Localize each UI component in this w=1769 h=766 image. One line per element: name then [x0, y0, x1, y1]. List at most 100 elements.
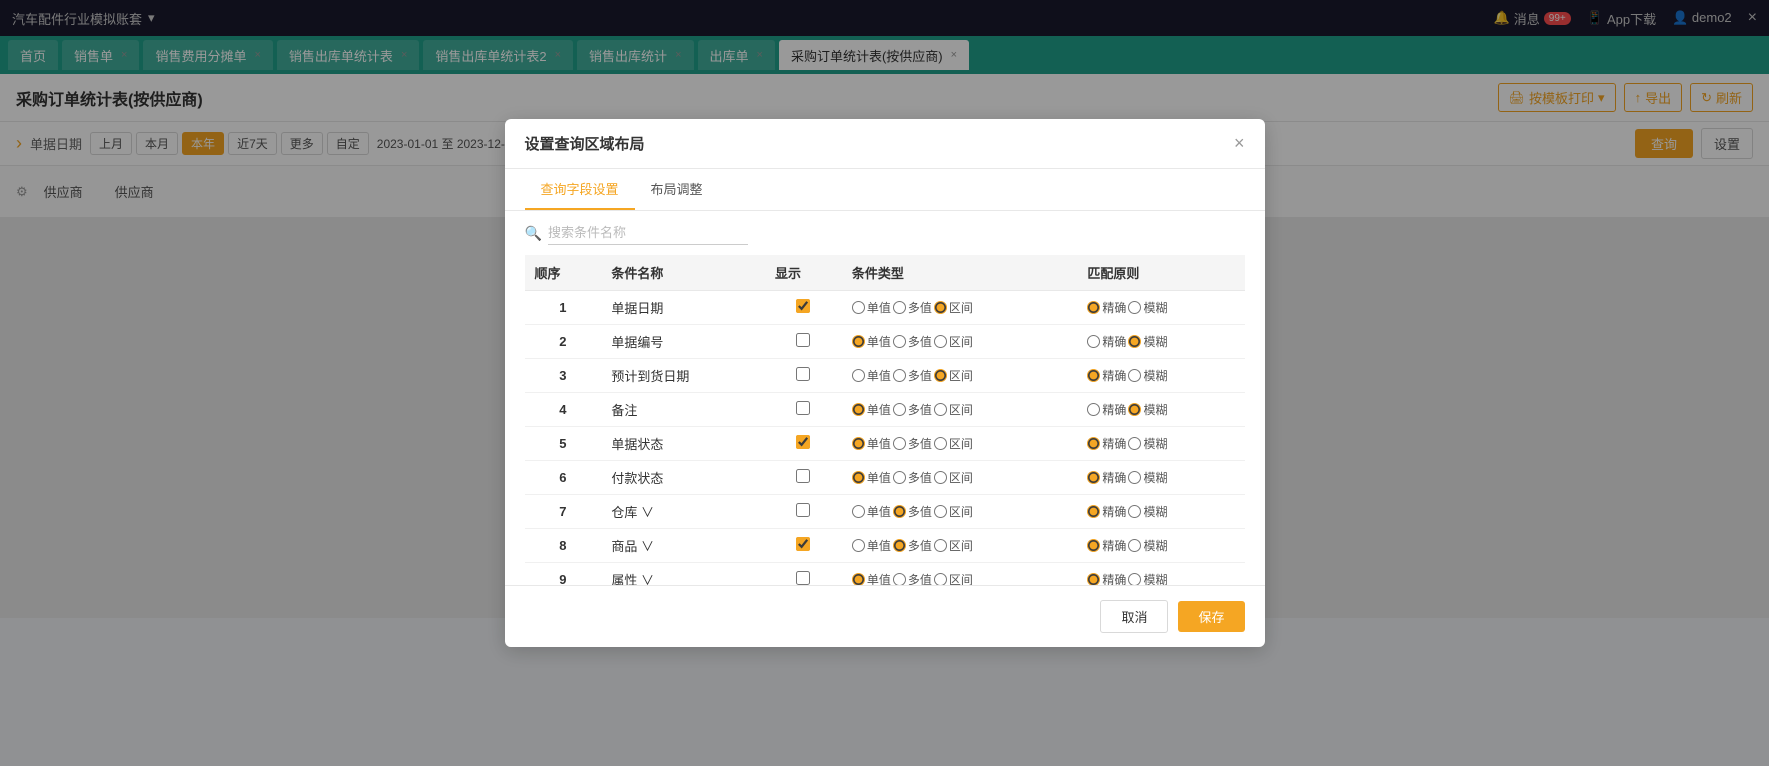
match-radio[interactable] [1087, 471, 1100, 484]
match-radio-item[interactable]: 精确 [1087, 435, 1126, 452]
type-radio[interactable] [934, 505, 947, 518]
display-checkbox[interactable] [796, 469, 810, 483]
type-radio-item[interactable]: 单值 [852, 435, 891, 452]
match-radio[interactable] [1087, 369, 1100, 382]
display-checkbox[interactable] [796, 299, 810, 313]
type-radio[interactable] [934, 335, 947, 348]
match-radio-item[interactable]: 精确 [1087, 401, 1126, 418]
type-radio-item[interactable]: 区间 [934, 503, 973, 520]
match-radio[interactable] [1128, 403, 1141, 416]
type-radio-item[interactable]: 多值 [893, 571, 932, 585]
type-radio-item[interactable]: 单值 [852, 537, 891, 554]
search-input[interactable] [548, 221, 748, 245]
type-radio[interactable] [893, 301, 906, 314]
type-radio[interactable] [893, 573, 906, 585]
match-radio-item[interactable]: 模糊 [1128, 299, 1167, 316]
type-radio-item[interactable]: 区间 [934, 537, 973, 554]
type-radio[interactable] [934, 437, 947, 450]
display-checkbox[interactable] [796, 333, 810, 347]
type-radio[interactable] [852, 539, 865, 552]
type-radio-item[interactable]: 单值 [852, 571, 891, 585]
match-radio[interactable] [1087, 335, 1100, 348]
match-radio[interactable] [1087, 437, 1100, 450]
type-radio[interactable] [852, 437, 865, 450]
type-radio-item[interactable]: 区间 [934, 333, 973, 350]
display-checkbox[interactable] [796, 503, 810, 517]
type-radio-item[interactable]: 区间 [934, 367, 973, 384]
type-radio-item[interactable]: 单值 [852, 367, 891, 384]
match-radio[interactable] [1087, 403, 1100, 416]
type-radio[interactable] [893, 505, 906, 518]
type-radio[interactable] [852, 471, 865, 484]
match-radio-item[interactable]: 精确 [1087, 299, 1126, 316]
match-radio[interactable] [1087, 505, 1100, 518]
match-radio[interactable] [1128, 335, 1141, 348]
display-checkbox[interactable] [796, 367, 810, 381]
type-radio[interactable] [852, 573, 865, 585]
type-radio-item[interactable]: 单值 [852, 299, 891, 316]
type-radio-item[interactable]: 多值 [893, 299, 932, 316]
modal-tab-layout[interactable]: 布局调整 [635, 169, 719, 210]
type-radio[interactable] [852, 335, 865, 348]
match-radio-item[interactable]: 模糊 [1128, 333, 1167, 350]
match-radio-item[interactable]: 模糊 [1128, 435, 1167, 452]
type-radio[interactable] [934, 403, 947, 416]
match-radio[interactable] [1128, 301, 1141, 314]
match-radio-item[interactable]: 精确 [1087, 571, 1126, 585]
match-radio-item[interactable]: 模糊 [1128, 367, 1167, 384]
type-radio[interactable] [934, 539, 947, 552]
cancel-button[interactable]: 取消 [1100, 600, 1168, 633]
type-radio[interactable] [893, 369, 906, 382]
type-radio-item[interactable]: 多值 [893, 333, 932, 350]
type-radio-item[interactable]: 区间 [934, 299, 973, 316]
type-radio[interactable] [893, 437, 906, 450]
type-radio[interactable] [893, 539, 906, 552]
display-checkbox[interactable] [796, 435, 810, 449]
modal-tab-query-fields[interactable]: 查询字段设置 [525, 169, 635, 210]
type-radio-item[interactable]: 多值 [893, 537, 932, 554]
match-radio-item[interactable]: 模糊 [1128, 469, 1167, 486]
match-radio-item[interactable]: 精确 [1087, 503, 1126, 520]
type-radio[interactable] [893, 471, 906, 484]
match-radio[interactable] [1128, 369, 1141, 382]
type-radio[interactable] [934, 369, 947, 382]
match-radio[interactable] [1128, 539, 1141, 552]
type-radio-item[interactable]: 多值 [893, 367, 932, 384]
type-radio-item[interactable]: 多值 [893, 435, 932, 452]
match-radio[interactable] [1128, 437, 1141, 450]
match-radio[interactable] [1128, 471, 1141, 484]
match-radio[interactable] [1087, 301, 1100, 314]
match-radio-item[interactable]: 模糊 [1128, 503, 1167, 520]
type-radio-item[interactable]: 单值 [852, 469, 891, 486]
display-checkbox[interactable] [796, 571, 810, 585]
type-radio[interactable] [893, 335, 906, 348]
type-radio-item[interactable]: 多值 [893, 401, 932, 418]
match-radio-item[interactable]: 模糊 [1128, 401, 1167, 418]
match-radio[interactable] [1087, 573, 1100, 585]
match-radio-item[interactable]: 精确 [1087, 367, 1126, 384]
type-radio[interactable] [852, 505, 865, 518]
type-radio-item[interactable]: 单值 [852, 401, 891, 418]
match-radio[interactable] [1087, 539, 1100, 552]
display-checkbox[interactable] [796, 537, 810, 551]
type-radio[interactable] [893, 403, 906, 416]
type-radio[interactable] [934, 471, 947, 484]
type-radio-item[interactable]: 区间 [934, 401, 973, 418]
display-checkbox[interactable] [796, 401, 810, 415]
type-radio[interactable] [852, 403, 865, 416]
type-radio-item[interactable]: 区间 [934, 571, 973, 585]
match-radio-item[interactable]: 模糊 [1128, 537, 1167, 554]
match-radio-item[interactable]: 精确 [1087, 469, 1126, 486]
type-radio[interactable] [852, 369, 865, 382]
type-radio-item[interactable]: 多值 [893, 469, 932, 486]
modal-close-button[interactable]: × [1234, 133, 1245, 154]
type-radio[interactable] [934, 573, 947, 585]
match-radio-item[interactable]: 精确 [1087, 333, 1126, 350]
type-radio-item[interactable]: 单值 [852, 333, 891, 350]
type-radio-item[interactable]: 区间 [934, 435, 973, 452]
type-radio-item[interactable]: 多值 [893, 503, 932, 520]
type-radio[interactable] [934, 301, 947, 314]
type-radio-item[interactable]: 单值 [852, 503, 891, 520]
save-button[interactable]: 保存 [1178, 601, 1244, 632]
match-radio[interactable] [1128, 505, 1141, 518]
